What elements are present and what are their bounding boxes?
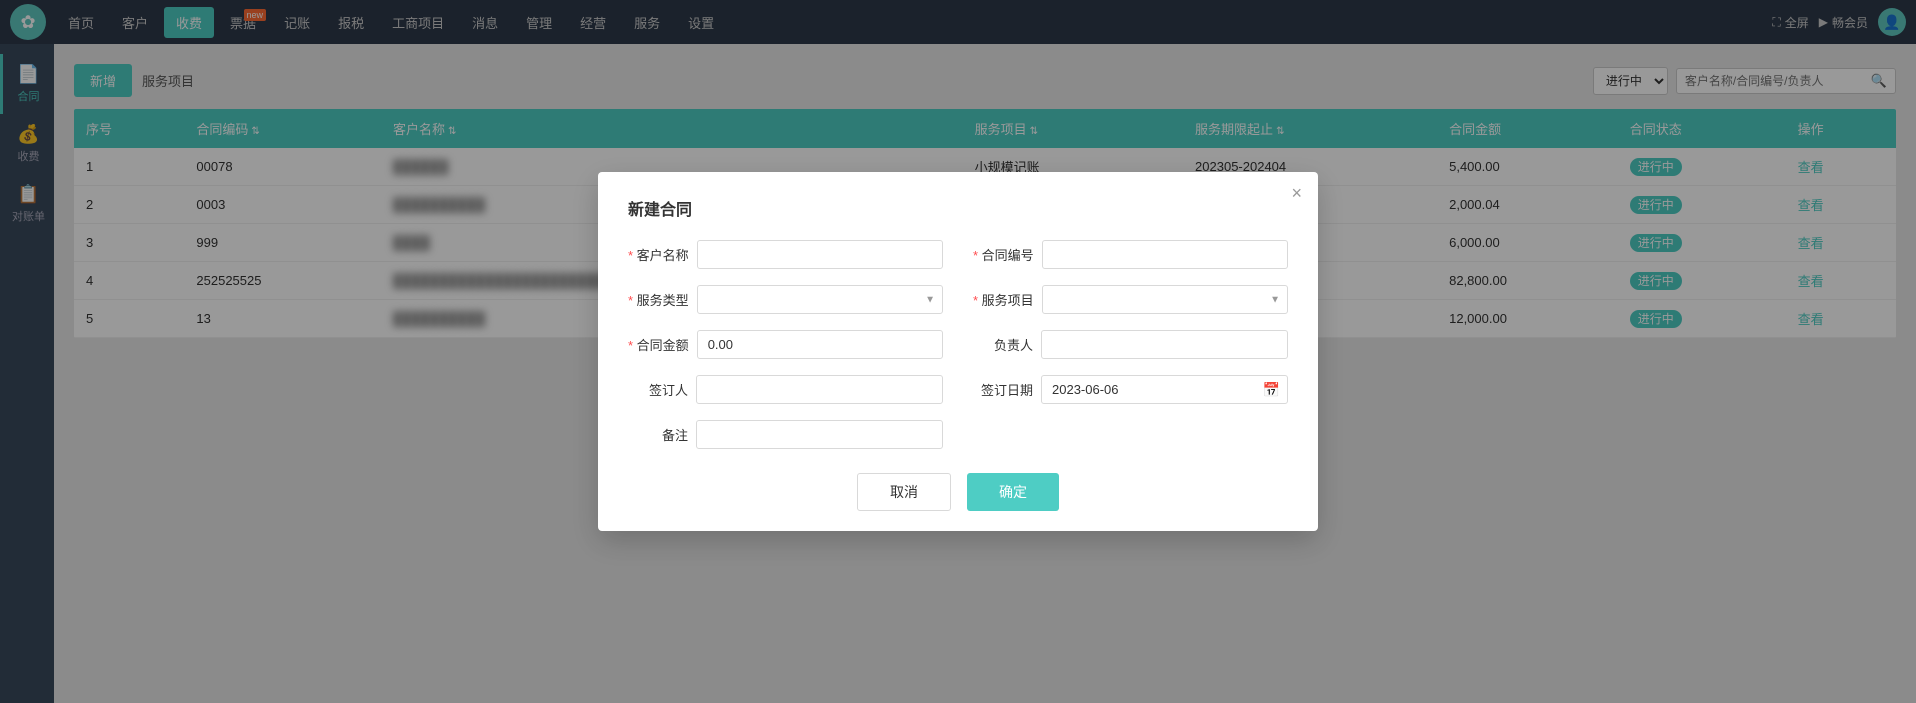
service-type-select[interactable] <box>697 285 943 314</box>
signer-label: 签订人 <box>628 380 688 399</box>
calendar-icon[interactable]: 📅 <box>1263 381 1280 398</box>
service-item-field: 服务项目 <box>973 285 1288 314</box>
confirm-button[interactable]: 确定 <box>967 473 1059 511</box>
sign-date-input[interactable] <box>1041 375 1288 404</box>
sign-date-field: 签订日期 📅 <box>973 375 1288 404</box>
modal-overlay: × 新建合同 客户名称 合同编号 服务类型 <box>0 0 1916 703</box>
modal-title: 新建合同 <box>628 196 1288 220</box>
customer-name-input[interactable] <box>697 240 943 269</box>
person-in-charge-input[interactable] <box>1041 330 1288 359</box>
cancel-button[interactable]: 取消 <box>857 473 951 511</box>
service-type-label: 服务类型 <box>628 290 689 309</box>
notes-field: 备注 <box>628 420 943 449</box>
notes-label: 备注 <box>628 425 688 444</box>
modal-footer: 取消 确定 <box>628 473 1288 511</box>
contract-no-input[interactable] <box>1042 240 1288 269</box>
contract-amount-label: 合同金额 <box>628 335 689 354</box>
form-row-1: 客户名称 合同编号 <box>628 240 1288 269</box>
person-in-charge-label: 负责人 <box>973 335 1033 354</box>
contract-amount-field: 合同金额 <box>628 330 943 359</box>
modal-close-button[interactable]: × <box>1291 184 1302 202</box>
form-row-5: 备注 <box>628 420 1288 449</box>
signer-field: 签订人 <box>628 375 943 404</box>
person-in-charge-field: 负责人 <box>973 330 1288 359</box>
notes-input[interactable] <box>696 420 943 449</box>
service-item-select[interactable] <box>1042 285 1288 314</box>
contract-no-field: 合同编号 <box>973 240 1288 269</box>
service-item-label: 服务项目 <box>973 290 1034 309</box>
contract-no-label: 合同编号 <box>973 245 1034 264</box>
form-row-4: 签订人 签订日期 📅 <box>628 375 1288 404</box>
new-contract-modal: × 新建合同 客户名称 合同编号 服务类型 <box>598 172 1318 531</box>
customer-name-field: 客户名称 <box>628 240 943 269</box>
form-row-2: 服务类型 服务项目 <box>628 285 1288 314</box>
sign-date-label: 签订日期 <box>973 380 1033 399</box>
signer-input[interactable] <box>696 375 943 404</box>
service-type-field: 服务类型 <box>628 285 943 314</box>
contract-amount-input[interactable] <box>697 330 943 359</box>
form-row-3: 合同金额 负责人 <box>628 330 1288 359</box>
customer-name-label: 客户名称 <box>628 245 689 264</box>
